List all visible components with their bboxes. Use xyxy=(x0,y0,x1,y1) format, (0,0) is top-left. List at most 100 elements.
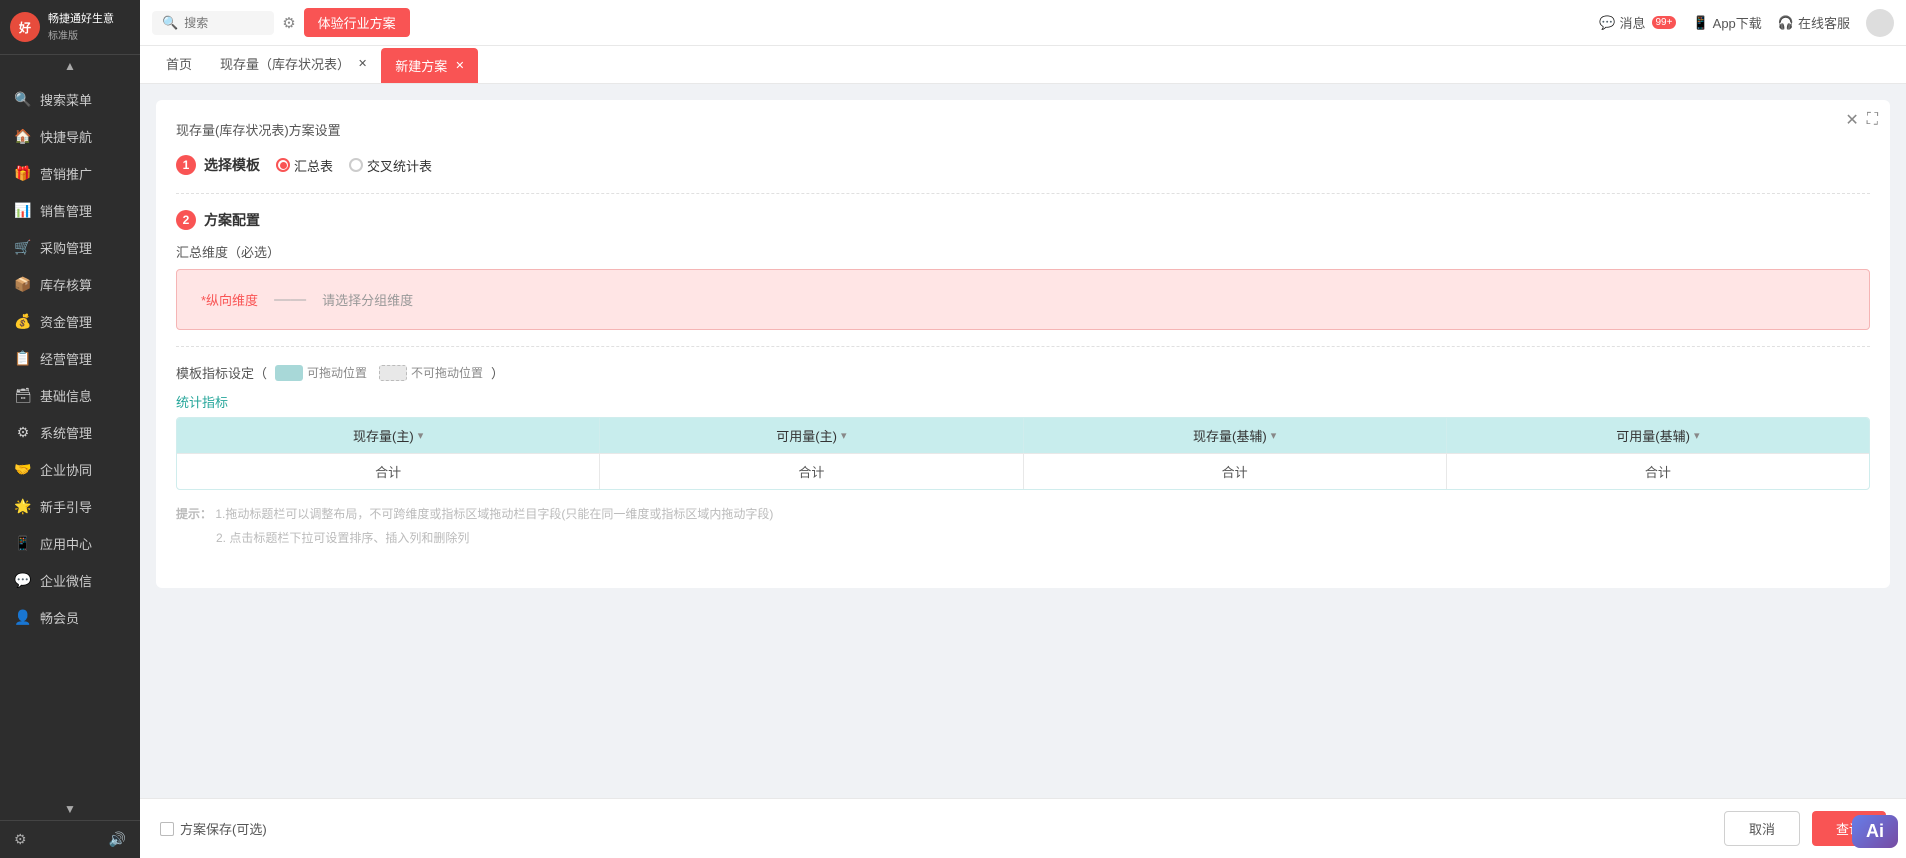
data-cell-0: 合计 xyxy=(177,453,600,489)
sidebar-item-label: 营销推广 xyxy=(40,164,92,183)
sidebar-item-search[interactable]: 🔍搜索菜单 xyxy=(0,81,140,118)
stats-data-row: 合计 合计 合计 合计 xyxy=(177,453,1869,489)
tab-inventory-status[interactable]: 现存量（库存状况表） ✕ xyxy=(206,46,381,83)
tab-label-inventory-status: 现存量（库存状况表） xyxy=(220,54,350,73)
app-download-label: App下载 xyxy=(1713,13,1762,32)
step2-header: 2 方案配置 xyxy=(176,210,1870,230)
col-header-3[interactable]: 可用量(基辅) ▾ xyxy=(1447,418,1869,453)
search-input[interactable] xyxy=(184,16,264,30)
stats-title: 统计指标 xyxy=(176,392,1870,411)
tab-label-home: 首页 xyxy=(166,54,192,73)
col-header-0[interactable]: 现存量(主) ▾ xyxy=(177,418,600,453)
app-logo: 好 畅捷通好生意 标准版 xyxy=(0,0,140,55)
search-box[interactable]: 🔍 xyxy=(152,11,274,35)
sidebar-item-sales[interactable]: 📊销售管理 xyxy=(0,192,140,229)
stats-header-row: 现存量(主) ▾ 可用量(主) ▾ 现存量(基辅) ▾ xyxy=(177,418,1869,453)
close-panel-btn[interactable]: ✕ xyxy=(1845,110,1858,130)
content-area: 现存量(库存状况表)方案设置 ✕ ⛶ 1 选择模板 汇总表 xyxy=(140,84,1906,798)
ai-badge[interactable]: Ai xyxy=(1852,815,1898,848)
settings-icon[interactable]: ⚙ xyxy=(14,831,27,848)
radio-cross[interactable]: 交叉统计表 xyxy=(349,156,432,175)
cooperation-icon: 🤝 xyxy=(14,461,32,478)
gear-icon[interactable]: ⚙ xyxy=(282,14,295,32)
quick-nav-icon: 🏠 xyxy=(14,128,32,145)
online-service-btn[interactable]: 🎧 在线客服 xyxy=(1778,13,1850,32)
sidebar-item-finance[interactable]: 💰资金管理 xyxy=(0,303,140,340)
indicator-title-text: 模板指标设定（ xyxy=(176,363,267,382)
cancel-button[interactable]: 取消 xyxy=(1724,811,1800,846)
draggable-label: 可拖动位置 xyxy=(307,364,367,381)
message-label: 消息 xyxy=(1619,13,1645,32)
sidebar-item-marketing[interactable]: 🎁 营销推广 xyxy=(0,155,140,192)
sidebar-item-new-guide[interactable]: 🌟 新手引导 xyxy=(0,488,140,525)
finance-icon: 💰 xyxy=(14,313,32,330)
data-cell-1: 合计 xyxy=(600,453,1023,489)
dimension-title: 汇总维度（必选） xyxy=(176,242,1870,261)
sidebar-item-inventory[interactable]: 📦库存核算 xyxy=(0,266,140,303)
panel-actions: ✕ ⛶ xyxy=(1833,100,1890,140)
sidebar-item-label: 系统管理 xyxy=(40,423,92,442)
sidebar-item-app-center[interactable]: 📱应用中心 xyxy=(0,525,140,562)
sidebar-item-member[interactable]: 👤畅会员 xyxy=(0,599,140,636)
data-cell-2: 合计 xyxy=(1024,453,1447,489)
sidebar-item-wechat[interactable]: 💬企业微信 xyxy=(0,562,140,599)
stats-section: 统计指标 现存量(主) ▾ 可用量(主) ▾ xyxy=(176,392,1870,490)
sidebar-item-quick-nav[interactable]: 🏠快捷导航 xyxy=(0,118,140,155)
sidebar-item-operations[interactable]: 📋经营管理 xyxy=(0,340,140,377)
logo-icon: 好 xyxy=(10,12,40,42)
sidebar-item-purchase[interactable]: 🛒采购管理 xyxy=(0,229,140,266)
dimension-title-text: 汇总维度（必选） xyxy=(176,245,280,260)
non-draggable-label: 不可拖动位置 xyxy=(411,364,483,381)
dimension-placeholder: 请选择分组维度 xyxy=(322,290,413,309)
col-label-1: 可用量(主) xyxy=(776,426,837,445)
tab-close-inventory-status[interactable]: ✕ xyxy=(358,57,367,70)
message-btn[interactable]: 💬 消息 99+ xyxy=(1599,13,1676,32)
app-download-btn[interactable]: 📱 App下载 xyxy=(1692,13,1761,32)
sound-icon[interactable]: 🔊 xyxy=(109,831,126,848)
tab-home[interactable]: 首页 xyxy=(152,46,206,83)
sidebar-item-basic-info[interactable]: 🗃基础信息 xyxy=(0,377,140,414)
dimension-box[interactable]: *纵向维度 —— 请选择分组维度 xyxy=(176,269,1870,330)
col-label-0: 现存量(主) xyxy=(353,426,414,445)
col-header-2[interactable]: 现存量(基辅) ▾ xyxy=(1024,418,1447,453)
inventory-icon: 📦 xyxy=(14,276,32,293)
search-icon: 🔍 xyxy=(162,15,178,31)
col-header-1[interactable]: 可用量(主) ▾ xyxy=(600,418,1023,453)
col-chevron-1: ▾ xyxy=(841,429,847,442)
tips-header: 提示： 1.拖动标题栏可以调整布局，不可跨维度或指标区域拖动栏目字段(只能在同一… xyxy=(176,502,1870,526)
dimension-required-label: *纵向维度 xyxy=(201,290,258,309)
main-panel: 现存量(库存状况表)方案设置 ✕ ⛶ 1 选择模板 汇总表 xyxy=(156,100,1890,588)
sidebar-item-cooperation[interactable]: 🤝 企业协同 xyxy=(0,451,140,488)
radio-summary[interactable]: 汇总表 xyxy=(276,156,333,175)
save-plan-checkbox[interactable] xyxy=(160,822,174,836)
sidebar-item-label: 基础信息 xyxy=(40,386,92,405)
sidebar-item-label: 企业协同 xyxy=(40,460,92,479)
indicator-label: 模板指标设定（ 可拖动位置 不可拖动位置 ） xyxy=(176,363,1870,382)
new-guide-icon: 🌟 xyxy=(14,498,32,515)
draggable-box xyxy=(275,365,303,381)
sidebar-footer: ⚙ 🔊 xyxy=(0,820,140,858)
dimension-arrow: —— xyxy=(274,291,306,309)
expand-panel-btn[interactable]: ⛶ xyxy=(1867,110,1878,130)
col-label-3: 可用量(基辅) xyxy=(1616,426,1690,445)
user-avatar[interactable] xyxy=(1866,9,1894,37)
topbar-right: 💬 消息 99+ 📱 App下载 🎧 在线客服 xyxy=(1599,9,1894,37)
sidebar-item-system[interactable]: ⚙系统管理 xyxy=(0,414,140,451)
sidebar-item-label: 搜索菜单 xyxy=(40,90,92,109)
radio-cross-dot xyxy=(349,158,363,172)
step1-section: 1 选择模板 汇总表 交叉统计表 xyxy=(176,155,1870,175)
message-badge: 99+ xyxy=(1652,16,1677,29)
tab-close-new-plan[interactable]: ✕ xyxy=(455,59,464,72)
footer-left: 方案保存(可选) xyxy=(160,819,267,838)
tab-new-plan[interactable]: 新建方案✕ xyxy=(381,48,478,83)
trial-btn[interactable]: 体验行业方案 xyxy=(304,8,410,37)
marketing-icon: 🎁 xyxy=(14,165,32,182)
sidebar-scroll-up[interactable]: ▲ xyxy=(0,55,140,77)
sidebar-scroll-down[interactable]: ▼ xyxy=(0,798,140,820)
sidebar-item-label: 新手引导 xyxy=(40,497,92,516)
sidebar-item-label: 企业微信 xyxy=(40,571,92,590)
step1-header: 1 选择模板 汇总表 交叉统计表 xyxy=(176,155,1870,175)
radio-cross-label: 交叉统计表 xyxy=(367,156,432,175)
topbar-left: 🔍 ⚙ 体验行业方案 xyxy=(152,8,410,37)
legend-non-draggable: 不可拖动位置 xyxy=(379,364,483,381)
